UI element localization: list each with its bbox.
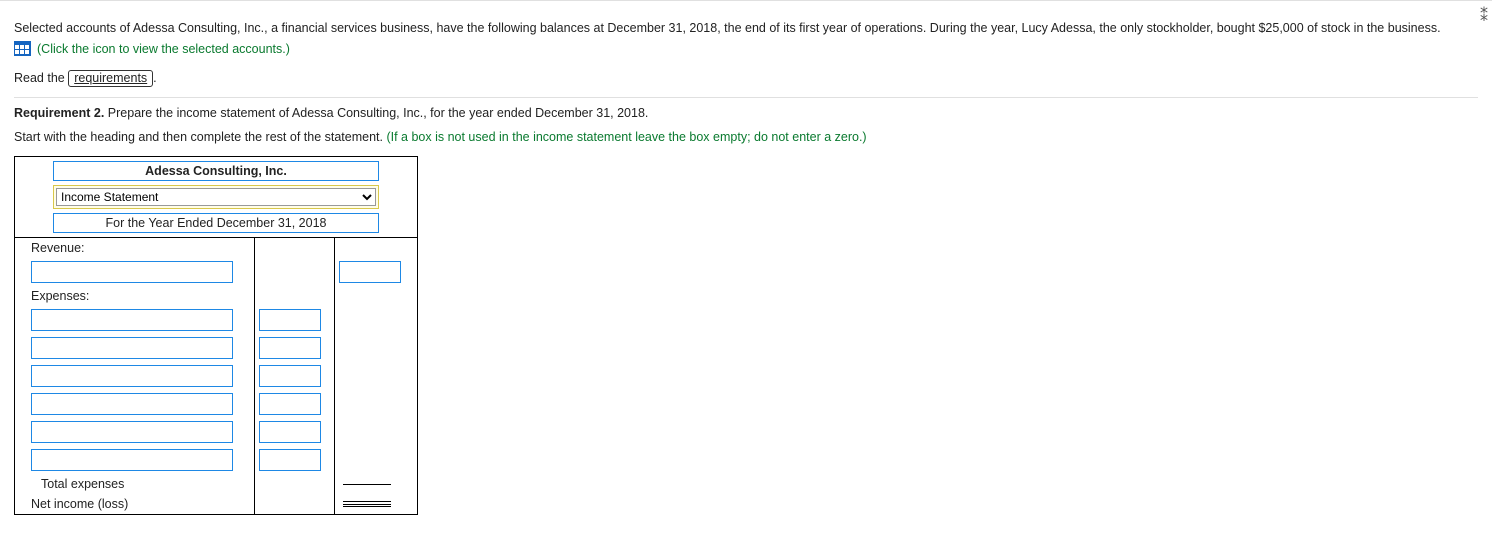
income-statement-table: Adessa Consulting, Inc. Income Statement… xyxy=(14,156,418,515)
expense-account-input-6[interactable] xyxy=(31,449,233,471)
expense-amount-input-3[interactable] xyxy=(259,365,321,387)
expense-amount-input-1[interactable] xyxy=(259,309,321,331)
net-income-label: Net income (loss) xyxy=(15,494,255,514)
expense-account-input-4[interactable] xyxy=(31,393,233,415)
statement-type-select[interactable]: Income Statement xyxy=(56,188,376,206)
revenue-amount-input[interactable] xyxy=(339,261,401,283)
double-underline xyxy=(343,501,391,507)
requirements-link[interactable]: requirements xyxy=(68,70,153,87)
intro-text: Selected accounts of Adessa Consulting, … xyxy=(14,19,1478,37)
read-requirements-line: Read the requirements. xyxy=(14,70,1478,87)
expense-amount-input-4[interactable] xyxy=(259,393,321,415)
company-name-cell[interactable]: Adessa Consulting, Inc. xyxy=(53,161,379,181)
expense-account-input-1[interactable] xyxy=(31,309,233,331)
click-icon-text[interactable]: (Click the icon to view the selected acc… xyxy=(37,42,290,56)
total-expenses-label: Total expenses xyxy=(15,474,255,494)
expense-amount-input-6[interactable] xyxy=(259,449,321,471)
pin-icon[interactable]: ⁑ xyxy=(1480,6,1488,26)
revenue-account-input[interactable] xyxy=(31,261,233,283)
start-instruction: Start with the heading and then complete… xyxy=(14,130,1478,144)
expense-account-input-2[interactable] xyxy=(31,337,233,359)
period-cell[interactable]: For the Year Ended December 31, 2018 xyxy=(53,213,379,233)
expense-amount-input-2[interactable] xyxy=(259,337,321,359)
expenses-label: Expenses: xyxy=(15,286,255,306)
expense-amount-input-5[interactable] xyxy=(259,421,321,443)
expense-account-input-3[interactable] xyxy=(31,365,233,387)
expense-account-input-5[interactable] xyxy=(31,421,233,443)
requirement-title: Requirement 2. Prepare the income statem… xyxy=(14,106,1478,120)
revenue-label: Revenue: xyxy=(15,238,255,258)
statement-body: Revenue: Expenses: xyxy=(15,237,417,514)
divider xyxy=(14,97,1478,98)
single-underline xyxy=(343,484,391,485)
statement-type-select-wrap[interactable]: Income Statement xyxy=(53,185,379,209)
data-table-icon[interactable] xyxy=(14,41,31,56)
